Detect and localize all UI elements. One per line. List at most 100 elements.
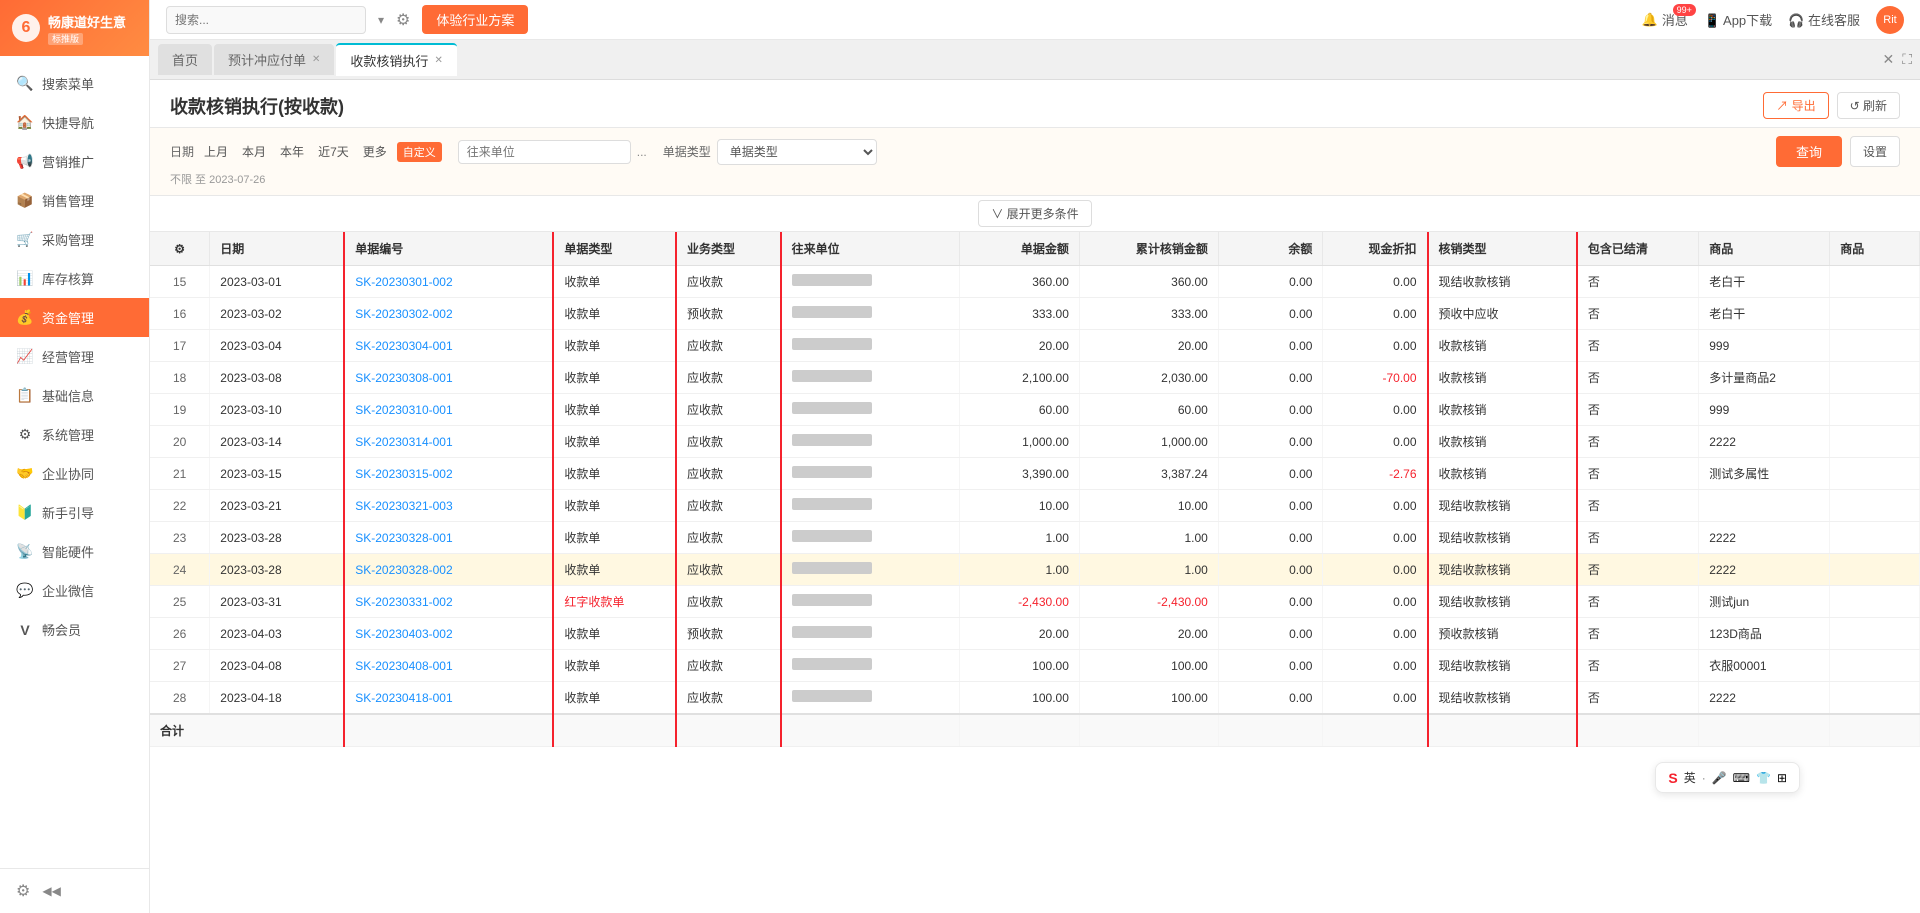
sidebar-item-search[interactable]: 🔍 搜索菜单 [0, 64, 149, 103]
cell-goods: 2222 [1699, 426, 1830, 458]
bill-link[interactable]: SK-20230321-003 [355, 499, 452, 513]
grid-icon: ⊞ [1777, 771, 1787, 785]
sidebar-item-guide[interactable]: 🔰 新手引导 [0, 493, 149, 532]
bill-link[interactable]: SK-20230418-001 [355, 691, 452, 705]
fullscreen-icon[interactable]: ⛶ [1902, 51, 1912, 68]
cell-amount: 20.00 [960, 330, 1080, 362]
date-curr-month[interactable]: 本月 [238, 141, 270, 162]
settings-icon[interactable]: ⚙ [16, 881, 30, 901]
expand-row: ∨ 展开更多条件 [150, 196, 1920, 232]
app-download-link[interactable]: 📱 App下载 [1704, 10, 1772, 29]
partner-input[interactable] [458, 140, 631, 164]
floating-watermark: S 英 · 🎤 ⌨ 👕 ⊞ [1655, 762, 1800, 793]
bill-link[interactable]: SK-20230403-002 [355, 627, 452, 641]
cell-index: 19 [150, 394, 210, 426]
sidebar-item-purchase[interactable]: 🛒 采购管理 [0, 220, 149, 259]
search-input[interactable] [166, 6, 366, 34]
close-tab-icon[interactable]: ✕ [1882, 51, 1894, 68]
table-row: 24 2023-03-28 SK-20230328-002 收款单 应收款 1.… [150, 554, 1920, 586]
sidebar-item-wechat[interactable]: 💬 企业微信 [0, 571, 149, 610]
sidebar-item-business[interactable]: 📈 经营管理 [0, 337, 149, 376]
cell-partner [781, 426, 960, 458]
cell-incl: 否 [1577, 266, 1699, 298]
user-avatar[interactable]: Rit [1876, 6, 1904, 34]
cell-cumamt: -2,430.00 [1079, 586, 1218, 618]
dropdown-arrow-icon[interactable]: ▾ [378, 13, 384, 27]
col-header-billno: 单据编号 [344, 232, 553, 266]
date-prev-month[interactable]: 上月 [200, 141, 232, 162]
sidebar-item-hardware[interactable]: 📡 智能硬件 [0, 532, 149, 571]
sidebar-item-vip[interactable]: V 畅会员 [0, 610, 149, 649]
mic-icon: 🎤 [1712, 771, 1727, 785]
settings-button[interactable]: 设置 [1850, 136, 1900, 167]
cell-index: 22 [150, 490, 210, 522]
date-curr-year[interactable]: 本年 [276, 141, 308, 162]
cell-partner [781, 458, 960, 490]
sidebar-item-quick-nav[interactable]: 🏠 快捷导航 [0, 103, 149, 142]
cell-index: 26 [150, 618, 210, 650]
date-more[interactable]: 更多 [359, 141, 391, 162]
cell-index: 23 [150, 522, 210, 554]
billtype-select[interactable]: 单据类型 [717, 139, 877, 165]
online-service-link[interactable]: 🎧 在线客服 [1788, 10, 1860, 29]
col-header-incl: 包含已结清 [1577, 232, 1699, 266]
export-button[interactable]: ↗ 导出 [1763, 92, 1828, 119]
gear-icon[interactable]: ⚙ [396, 10, 410, 30]
bill-link[interactable]: SK-20230304-001 [355, 339, 452, 353]
sidebar-item-sales[interactable]: 📦 销售管理 [0, 181, 149, 220]
bill-link[interactable]: SK-20230328-001 [355, 531, 452, 545]
sidebar-item-enterprise[interactable]: 🤝 企业协同 [0, 454, 149, 493]
sidebar-item-finance[interactable]: 💰 资金管理 [0, 298, 149, 337]
cell-incl: 否 [1577, 682, 1699, 715]
cell-balance: 0.00 [1218, 682, 1323, 715]
settings-col-icon[interactable]: ⚙ [174, 242, 185, 256]
footer-billtype [553, 714, 676, 747]
cell-balance: 0.00 [1218, 618, 1323, 650]
table-row: 15 2023-03-01 SK-20230301-002 收款单 应收款 36… [150, 266, 1920, 298]
date-7days[interactable]: 近7天 [314, 141, 353, 162]
bill-link[interactable]: SK-20230314-001 [355, 435, 452, 449]
cell-billno: SK-20230418-001 [344, 682, 553, 715]
bill-link[interactable]: SK-20230328-002 [355, 563, 452, 577]
query-button[interactable]: 查询 [1776, 136, 1842, 167]
bill-link[interactable]: SK-20230408-001 [355, 659, 452, 673]
tab-payable-close[interactable]: ✕ [312, 54, 320, 65]
cell-billtype: 收款单 [553, 522, 676, 554]
table-header-row: ⚙ 日期 单据编号 单据类型 业务类型 往来单位 单据金额 累计核销金额 余额 … [150, 232, 1920, 266]
cell-partner [781, 330, 960, 362]
date-custom[interactable]: 自定义 [397, 142, 442, 162]
cell-index: 20 [150, 426, 210, 458]
cell-billtype: 收款单 [553, 490, 676, 522]
logo-text: 畅康道好生意 标推版 [48, 12, 126, 45]
sidebar-item-inventory[interactable]: 📊 库存核算 [0, 259, 149, 298]
tab-receivable-close[interactable]: ✕ [434, 55, 442, 66]
filter-partner: ... [458, 140, 647, 164]
footer-billno [344, 714, 553, 747]
tab-receivable[interactable]: 收款核销执行 ✕ [336, 43, 456, 76]
cell-cumamt: 100.00 [1079, 682, 1218, 715]
cell-discount: 0.00 [1323, 330, 1428, 362]
expand-button[interactable]: ∨ 展开更多条件 [978, 200, 1091, 227]
sidebar-item-basic[interactable]: 📋 基础信息 [0, 376, 149, 415]
tab-payable[interactable]: 预计冲应付单 ✕ [214, 44, 334, 75]
refresh-button[interactable]: ↺ 刷新 [1837, 92, 1900, 119]
bill-link[interactable]: SK-20230301-002 [355, 275, 452, 289]
sidebar-item-marketing[interactable]: 📢 营销推广 [0, 142, 149, 181]
bill-link[interactable]: SK-20230331-002 [355, 595, 452, 609]
sidebar-logo: 6 畅康道好生意 标推版 [0, 0, 149, 56]
table-wrapper[interactable]: ⚙ 日期 单据编号 单据类型 业务类型 往来单位 单据金额 累计核销金额 余额 … [150, 232, 1920, 913]
partner-more-icon[interactable]: ... [637, 145, 647, 159]
bill-link[interactable]: SK-20230315-002 [355, 467, 452, 481]
industry-solution-button[interactable]: 体验行业方案 [422, 5, 528, 34]
notification-badge[interactable]: 🔔 消息 99+ [1642, 10, 1688, 29]
collapse-icon[interactable]: ◀◀ [42, 884, 60, 898]
cell-partner [781, 298, 960, 330]
bill-link[interactable]: SK-20230308-001 [355, 371, 452, 385]
col-header-goods: 商品 [1699, 232, 1830, 266]
cell-date: 2023-04-03 [210, 618, 344, 650]
sidebar-item-system[interactable]: ⚙ 系统管理 [0, 415, 149, 454]
bill-link[interactable]: SK-20230302-002 [355, 307, 452, 321]
col-header-partner: 往来单位 [781, 232, 960, 266]
tab-home[interactable]: 首页 [158, 44, 212, 75]
bill-link[interactable]: SK-20230310-001 [355, 403, 452, 417]
